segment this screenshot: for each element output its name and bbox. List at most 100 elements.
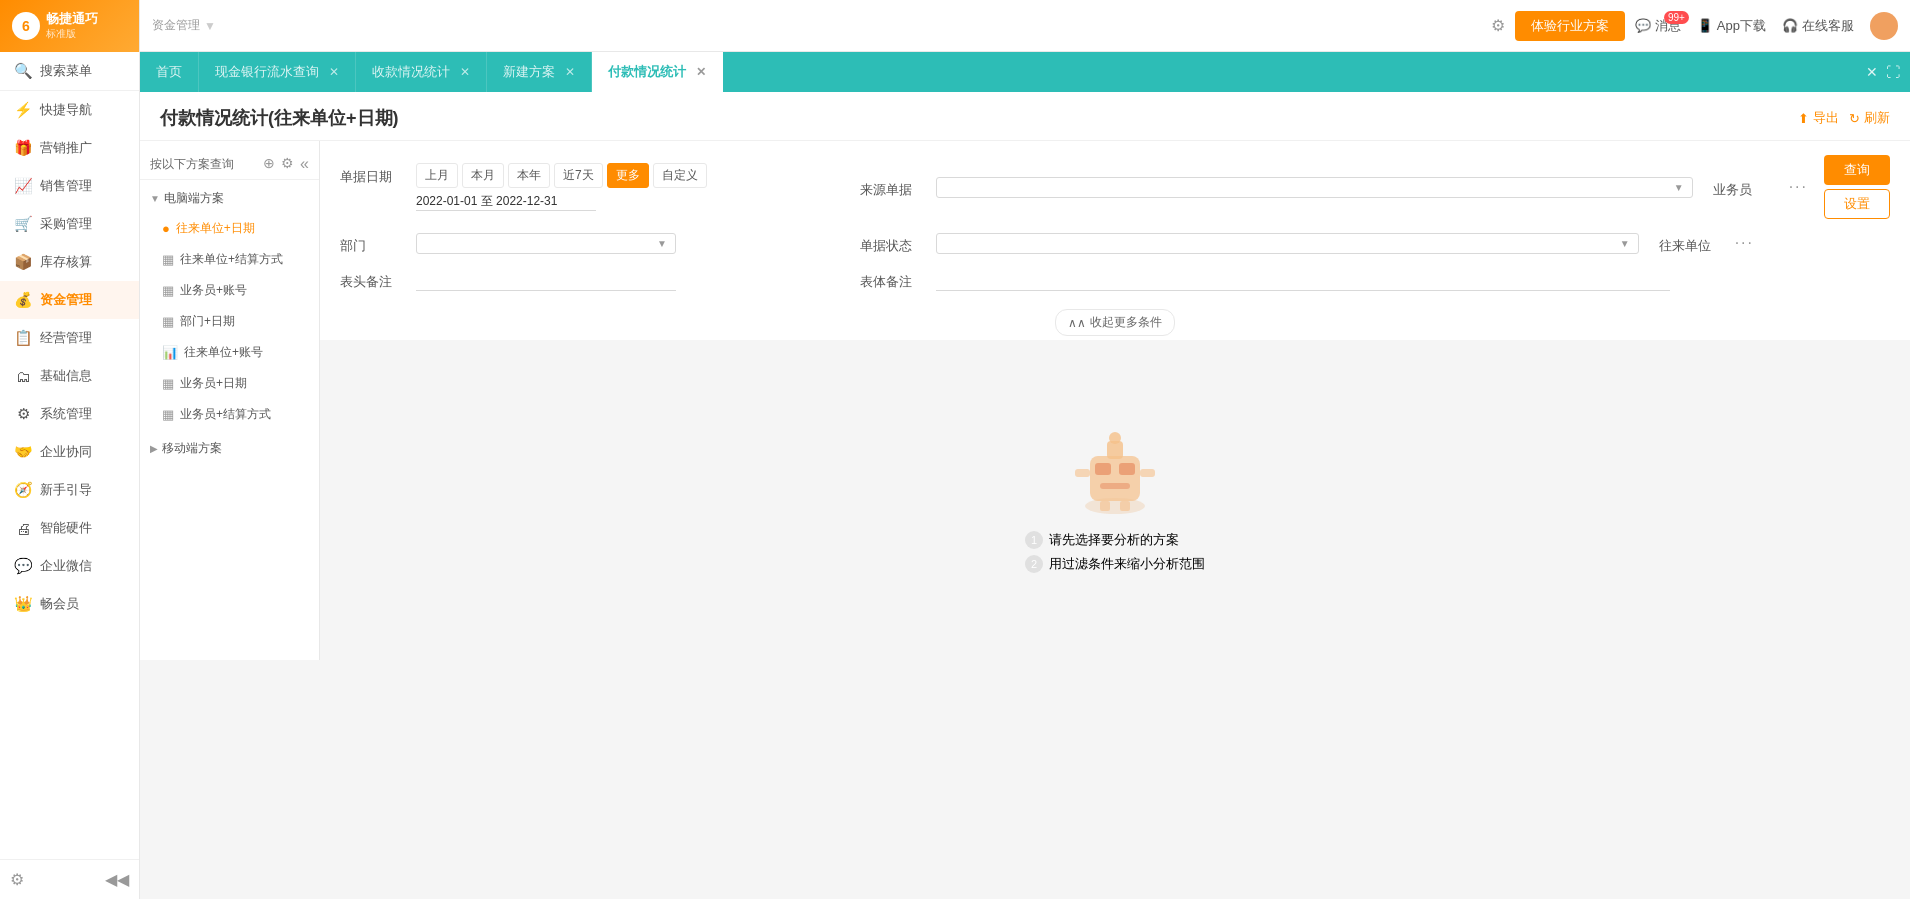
empty-state: 1 请先选择要分析的方案 2 用过滤条件来缩小分析范围 bbox=[985, 381, 1245, 619]
query-button[interactable]: 查询 bbox=[1824, 155, 1890, 185]
breadcrumb-text: 资金管理 bbox=[152, 17, 200, 34]
sidebar-item-guide[interactable]: 🧭 新手引导 bbox=[0, 471, 139, 509]
date-btn-last-month[interactable]: 上月 bbox=[416, 163, 458, 188]
scheme-item-dept-date[interactable]: ▦ 部门+日期 bbox=[140, 306, 319, 337]
main-area: 资金管理 ▼ ⚙ 体验行业方案 💬 消息 99+ 📱 App下载 🎧 在线客服 … bbox=[140, 0, 1910, 899]
mobile-section-header[interactable]: ▶ 移动端方案 bbox=[140, 434, 319, 463]
tab-new[interactable]: 新建方案 ✕ bbox=[487, 52, 592, 92]
refresh-button[interactable]: ↻ 刷新 bbox=[1849, 109, 1890, 127]
scheme-item-label-3: 部门+日期 bbox=[180, 313, 235, 330]
sidebar: 6 畅捷通巧 标准版 🔍 搜索菜单 ⚡ 快捷导航 🎁 营销推广 📈 销售管理 🛒… bbox=[0, 0, 140, 899]
date-btn-this-month[interactable]: 本月 bbox=[462, 163, 504, 188]
svg-rect-3 bbox=[1119, 463, 1135, 475]
settings-footer-icon[interactable]: ⚙ bbox=[10, 870, 24, 889]
date-btn-more[interactable]: 更多 bbox=[607, 163, 649, 188]
empty-tip-1: 1 请先选择要分析的方案 bbox=[1025, 531, 1205, 549]
body-note-input[interactable] bbox=[936, 268, 1670, 291]
desktop-scheme-section: ▼ 电脑端方案 ● 往来单位+日期 ▦ 往来单位+结算方式 ▦ bbox=[140, 184, 319, 430]
dept-select[interactable]: ▼ bbox=[416, 233, 676, 254]
tab-expand-icon[interactable]: ⛶ bbox=[1886, 64, 1900, 80]
right-panel: 单据日期 上月 本月 本年 近7天 更多 自定义 bbox=[320, 141, 1910, 660]
sidebar-item-marketing[interactable]: 🎁 营销推广 bbox=[0, 129, 139, 167]
docstatus-select[interactable]: ▼ bbox=[936, 233, 1639, 254]
sidebar-item-member[interactable]: 👑 畅会员 bbox=[0, 585, 139, 623]
sidebar-item-quicknav[interactable]: ⚡ 快捷导航 bbox=[0, 91, 139, 129]
logo-icon: 6 bbox=[12, 12, 40, 40]
scheme-item-label-2: 业务员+账号 bbox=[180, 282, 247, 299]
tab-home[interactable]: 首页 bbox=[140, 52, 199, 92]
sidebar-item-search[interactable]: 🔍 搜索菜单 bbox=[0, 52, 139, 91]
sidebar-item-sales[interactable]: 📈 销售管理 bbox=[0, 167, 139, 205]
sidebar-item-purchase[interactable]: 🛒 采购管理 bbox=[0, 205, 139, 243]
desktop-section-header[interactable]: ▼ 电脑端方案 bbox=[140, 184, 319, 213]
scheme-item-partner-date[interactable]: ● 往来单位+日期 bbox=[140, 213, 319, 244]
tab-new-close[interactable]: ✕ bbox=[565, 65, 575, 79]
sidebar-item-operation[interactable]: 📋 经营管理 bbox=[0, 319, 139, 357]
empty-state-icon bbox=[1065, 421, 1165, 521]
user-avatar[interactable] bbox=[1870, 12, 1898, 40]
online-service-button[interactable]: 🎧 在线客服 bbox=[1782, 17, 1854, 35]
scheme-item-staff-date[interactable]: ▦ 业务员+日期 bbox=[140, 368, 319, 399]
app-download-button[interactable]: 📱 App下载 bbox=[1697, 17, 1766, 35]
mobile-section-arrow: ▶ bbox=[150, 443, 158, 454]
source-select[interactable]: ▼ bbox=[936, 177, 1693, 198]
scheme-collapse-icon[interactable]: « bbox=[300, 155, 309, 173]
hardware-icon: 🖨 bbox=[14, 520, 32, 537]
scheme-panel-header: 按以下方案查询 ⊕ ⚙ « bbox=[140, 149, 319, 180]
scheme-item-staff-account[interactable]: ▦ 业务员+账号 bbox=[140, 275, 319, 306]
sidebar-item-basic[interactable]: 🗂 基础信息 bbox=[0, 357, 139, 395]
scheme-item-label-5: 业务员+日期 bbox=[180, 375, 247, 392]
service-icon: 🎧 bbox=[1782, 18, 1798, 33]
scheme-item-staff-settle[interactable]: ▦ 业务员+结算方式 bbox=[140, 399, 319, 430]
staff-dots-btn[interactable]: ··· bbox=[1789, 178, 1808, 196]
operation-icon: 📋 bbox=[14, 329, 32, 347]
sidebar-item-wechat[interactable]: 💬 企业微信 bbox=[0, 547, 139, 585]
header-note-input[interactable] bbox=[416, 268, 676, 291]
filter-collapse-row: ∧∧ 收起更多条件 bbox=[340, 301, 1890, 340]
trial-button[interactable]: 体验行业方案 bbox=[1515, 11, 1625, 41]
scheme-item-icon-2: ▦ bbox=[162, 283, 174, 298]
partner-dots-btn[interactable]: ··· bbox=[1735, 234, 1754, 252]
setting-button[interactable]: 设置 bbox=[1824, 189, 1890, 219]
sidebar-item-finance[interactable]: 💰 资金管理 bbox=[0, 281, 139, 319]
finance-icon: 💰 bbox=[14, 291, 32, 309]
collapse-button[interactable]: ∧∧ 收起更多条件 bbox=[1055, 309, 1175, 336]
tab-receipt[interactable]: 收款情况统计 ✕ bbox=[356, 52, 487, 92]
sidebar-item-inventory[interactable]: 📦 库存核算 bbox=[0, 243, 139, 281]
basic-icon: 🗂 bbox=[14, 368, 32, 385]
export-button[interactable]: ⬆ 导出 bbox=[1798, 109, 1839, 127]
message-icon: 💬 bbox=[1635, 18, 1651, 33]
date-range-input[interactable] bbox=[416, 192, 596, 211]
scheme-settings-icon[interactable]: ⚙ bbox=[281, 155, 294, 173]
scheme-item-icon-6: ▦ bbox=[162, 407, 174, 422]
docstatus-filter-group: 单据状态 ▼ bbox=[860, 231, 1639, 255]
partner-filter-group: 往来单位 ··· bbox=[1659, 231, 1754, 255]
sidebar-search-label: 搜索菜单 bbox=[40, 62, 92, 80]
collapse-sidebar-icon[interactable]: ◀◀ bbox=[105, 870, 129, 889]
scheme-panel-icons: ⊕ ⚙ « bbox=[263, 155, 309, 173]
scheme-item-partner-settle[interactable]: ▦ 往来单位+结算方式 bbox=[140, 244, 319, 275]
tip-num-2: 2 bbox=[1025, 555, 1043, 573]
sidebar-item-cooperation[interactable]: 🤝 企业协同 bbox=[0, 433, 139, 471]
date-btn-this-year[interactable]: 本年 bbox=[508, 163, 550, 188]
breadcrumb-chevron: ▼ bbox=[204, 19, 216, 33]
message-button[interactable]: 💬 消息 99+ bbox=[1635, 17, 1681, 35]
tab-close-all-icon[interactable]: ✕ bbox=[1866, 64, 1878, 80]
tab-bank[interactable]: 现金银行流水查询 ✕ bbox=[199, 52, 356, 92]
tab-bank-close[interactable]: ✕ bbox=[329, 65, 339, 79]
scheme-item-partner-account[interactable]: 📊 往来单位+账号 bbox=[140, 337, 319, 368]
scheme-item-icon-5: ▦ bbox=[162, 376, 174, 391]
tab-payment[interactable]: 付款情况统计 ✕ bbox=[592, 52, 723, 92]
tab-payment-close[interactable]: ✕ bbox=[696, 65, 706, 79]
sidebar-item-hardware[interactable]: 🖨 智能硬件 bbox=[0, 509, 139, 547]
date-btn-7days[interactable]: 近7天 bbox=[554, 163, 603, 188]
scheme-add-icon[interactable]: ⊕ bbox=[263, 155, 275, 173]
sidebar-item-system[interactable]: ⚙ 系统管理 bbox=[0, 395, 139, 433]
svg-rect-7 bbox=[1075, 469, 1090, 477]
tab-actions: ✕ ⛶ bbox=[1856, 52, 1910, 92]
page-title: 付款情况统计(往来单位+日期) bbox=[160, 106, 399, 130]
date-btn-custom[interactable]: 自定义 bbox=[653, 163, 707, 188]
topbar-settings-icon[interactable]: ⚙ bbox=[1491, 16, 1505, 35]
date-filter-group: 单据日期 上月 本月 本年 近7天 更多 自定义 bbox=[340, 163, 860, 211]
tab-receipt-close[interactable]: ✕ bbox=[460, 65, 470, 79]
